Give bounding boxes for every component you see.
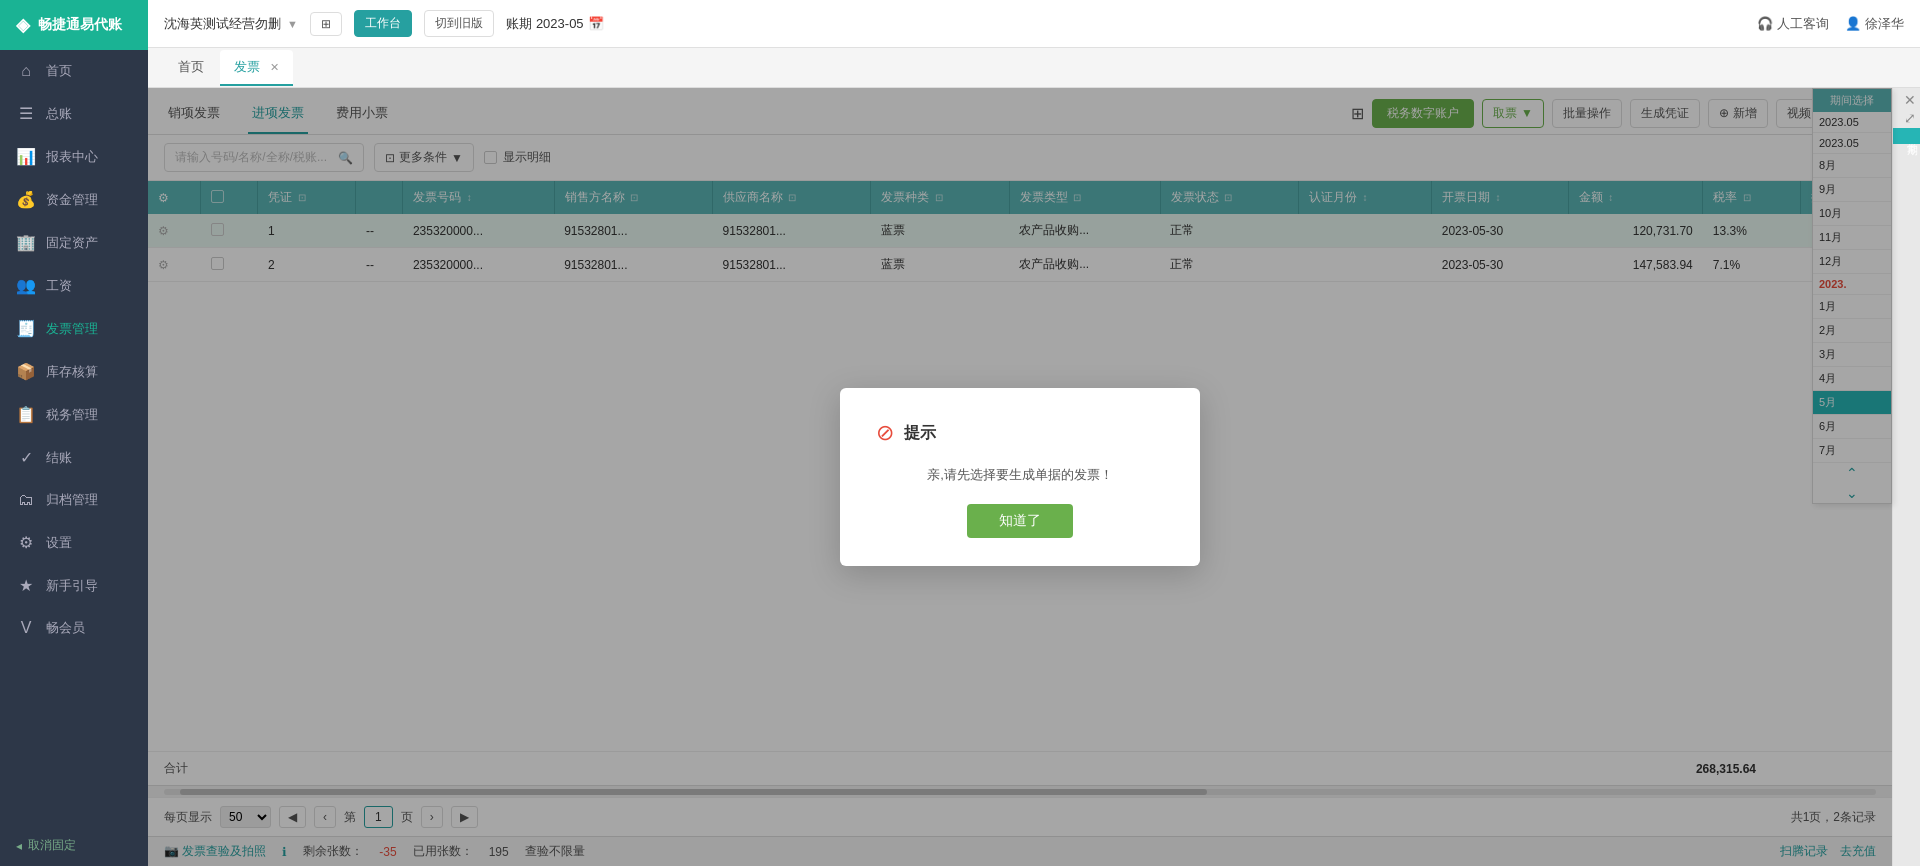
- modal-title-row: ⊘ 提示: [876, 420, 1164, 446]
- period-display: 账期 2023-05 📅: [506, 15, 604, 33]
- switch-version-button[interactable]: 切到旧版: [424, 10, 494, 37]
- sidebar-label-assets: 固定资产: [46, 234, 98, 252]
- pin-icon: ◂: [16, 839, 22, 853]
- copy-button[interactable]: ⊞: [310, 12, 342, 36]
- sidebar-item-settle[interactable]: ✓ 结账: [0, 436, 148, 479]
- calendar-icon: 📅: [588, 16, 604, 31]
- sidebar: ◈ 畅捷通易代账 ⌂ 首页 ☰ 总账 📊 报表中心 💰 资金管理 🏢 固定资产 …: [0, 0, 148, 866]
- funds-icon: 💰: [16, 190, 36, 209]
- archive-icon: 🗂: [16, 491, 36, 509]
- company-dropdown-icon: ▼: [287, 18, 298, 30]
- inventory-icon: 📦: [16, 362, 36, 381]
- main-area: 沈海英测试经营勿删 ▼ ⊞ 工作台 切到旧版 账期 2023-05 📅 🎧 人工…: [148, 0, 1920, 866]
- sidebar-item-assets[interactable]: 🏢 固定资产: [0, 221, 148, 264]
- sidebar-label-archive: 归档管理: [46, 491, 98, 509]
- sidebar-label-wages: 工资: [46, 277, 72, 295]
- modal-message: 亲,请先选择要生成单据的发票！: [876, 466, 1164, 484]
- period-label: 账期: [506, 15, 532, 33]
- sidebar-item-tax[interactable]: 📋 税务管理: [0, 393, 148, 436]
- page-tabs: 首页 发票 ✕: [148, 48, 1920, 88]
- topbar: 沈海英测试经营勿删 ▼ ⊞ 工作台 切到旧版 账期 2023-05 📅 🎧 人工…: [148, 0, 1920, 48]
- sidebar-item-inventory[interactable]: 📦 库存核算: [0, 350, 148, 393]
- home-icon: ⌂: [16, 62, 36, 80]
- sidebar-label-invoices: 发票管理: [46, 320, 98, 338]
- alert-icon: ⊘: [876, 420, 894, 446]
- settings-icon: ⚙: [16, 533, 36, 552]
- sidebar-item-funds[interactable]: 💰 资金管理: [0, 178, 148, 221]
- tab-home[interactable]: 首页: [164, 50, 218, 86]
- sidebar-item-invoices[interactable]: 🧾 发票管理: [0, 307, 148, 350]
- support-link[interactable]: 🎧 人工客询: [1757, 15, 1829, 33]
- tax-icon: 📋: [16, 405, 36, 424]
- workbench-button[interactable]: 工作台: [354, 10, 412, 37]
- content-main: 销项发票 进项发票 费用小票 ⊞ 税务数字账户 取票 ▼ 批量操作 生成凭证: [148, 88, 1892, 866]
- app-title: 畅捷通易代账: [38, 16, 122, 34]
- content: 销项发票 进项发票 费用小票 ⊞ 税务数字账户 取票 ▼ 批量操作 生成凭证: [148, 88, 1920, 866]
- headset-icon: 🎧: [1757, 16, 1773, 31]
- wages-icon: 👥: [16, 276, 36, 295]
- sidebar-item-reports[interactable]: 📊 报表中心: [0, 135, 148, 178]
- support-label: 人工客询: [1777, 15, 1829, 33]
- invoices-icon: 🧾: [16, 319, 36, 338]
- guide-icon: ★: [16, 576, 36, 595]
- sidebar-label-guide: 新手引导: [46, 577, 98, 595]
- tab-invoice[interactable]: 发票 ✕: [220, 50, 293, 86]
- ledger-icon: ☰: [16, 104, 36, 123]
- sidebar-label-ledger: 总账: [46, 105, 72, 123]
- panel-close-icon[interactable]: ✕: [1904, 92, 1916, 108]
- cancel-fixed-label: 取消固定: [28, 837, 76, 854]
- tab-invoice-close-icon[interactable]: ✕: [270, 61, 279, 73]
- company-name: 沈海英测试经营勿删: [164, 15, 281, 33]
- sidebar-label-settle: 结账: [46, 449, 72, 467]
- sidebar-item-archive[interactable]: 🗂 归档管理: [0, 479, 148, 521]
- modal-confirm-button[interactable]: 知道了: [967, 504, 1073, 538]
- company-selector[interactable]: 沈海英测试经营勿删 ▼: [164, 15, 298, 33]
- sidebar-label-inventory: 库存核算: [46, 363, 98, 381]
- modal-overlay[interactable]: ⊘ 提示 亲,请先选择要生成单据的发票！ 知道了: [148, 88, 1892, 866]
- app-logo: ◈ 畅捷通易代账: [0, 0, 148, 50]
- sidebar-item-home[interactable]: ⌂ 首页: [0, 50, 148, 92]
- sidebar-label-settings: 设置: [46, 534, 72, 552]
- sidebar-label-member: 畅会员: [46, 619, 85, 637]
- settle-icon: ✓: [16, 448, 36, 467]
- sidebar-label-reports: 报表中心: [46, 148, 98, 166]
- tab-home-label: 首页: [178, 59, 204, 74]
- sidebar-item-guide[interactable]: ★ 新手引导: [0, 564, 148, 607]
- panel-expand-icon[interactable]: ⤢: [1904, 110, 1916, 126]
- reports-icon: 📊: [16, 147, 36, 166]
- sidebar-label-tax: 税务管理: [46, 406, 98, 424]
- panel-collapse-icon[interactable]: 常期: [1893, 128, 1920, 144]
- logo-icon: ◈: [16, 14, 30, 36]
- sidebar-item-settings[interactable]: ⚙ 设置: [0, 521, 148, 564]
- sidebar-label-home: 首页: [46, 62, 72, 80]
- topbar-right: 🎧 人工客询 👤 徐泽华: [1757, 15, 1904, 33]
- period-value: 2023-05: [536, 16, 584, 31]
- assets-icon: 🏢: [16, 233, 36, 252]
- tab-invoice-label: 发票: [234, 59, 260, 74]
- alert-modal: ⊘ 提示 亲,请先选择要生成单据的发票！ 知道了: [840, 388, 1200, 566]
- member-icon: V: [16, 619, 36, 637]
- user-avatar[interactable]: 👤 徐泽华: [1845, 15, 1904, 33]
- sidebar-label-funds: 资金管理: [46, 191, 98, 209]
- sidebar-item-member[interactable]: V 畅会员: [0, 607, 148, 649]
- user-icon: 👤: [1845, 16, 1861, 31]
- sidebar-item-wages[interactable]: 👥 工资: [0, 264, 148, 307]
- cancel-fixed-button[interactable]: ◂ 取消固定: [0, 825, 148, 866]
- modal-title: 提示: [904, 423, 936, 444]
- sidebar-item-ledger[interactable]: ☰ 总账: [0, 92, 148, 135]
- user-name: 徐泽华: [1865, 15, 1904, 33]
- right-panel: ✕ ⤢ 常期 期间选择 2023.05 2023.05 8月 9月 10月 11…: [1892, 88, 1920, 866]
